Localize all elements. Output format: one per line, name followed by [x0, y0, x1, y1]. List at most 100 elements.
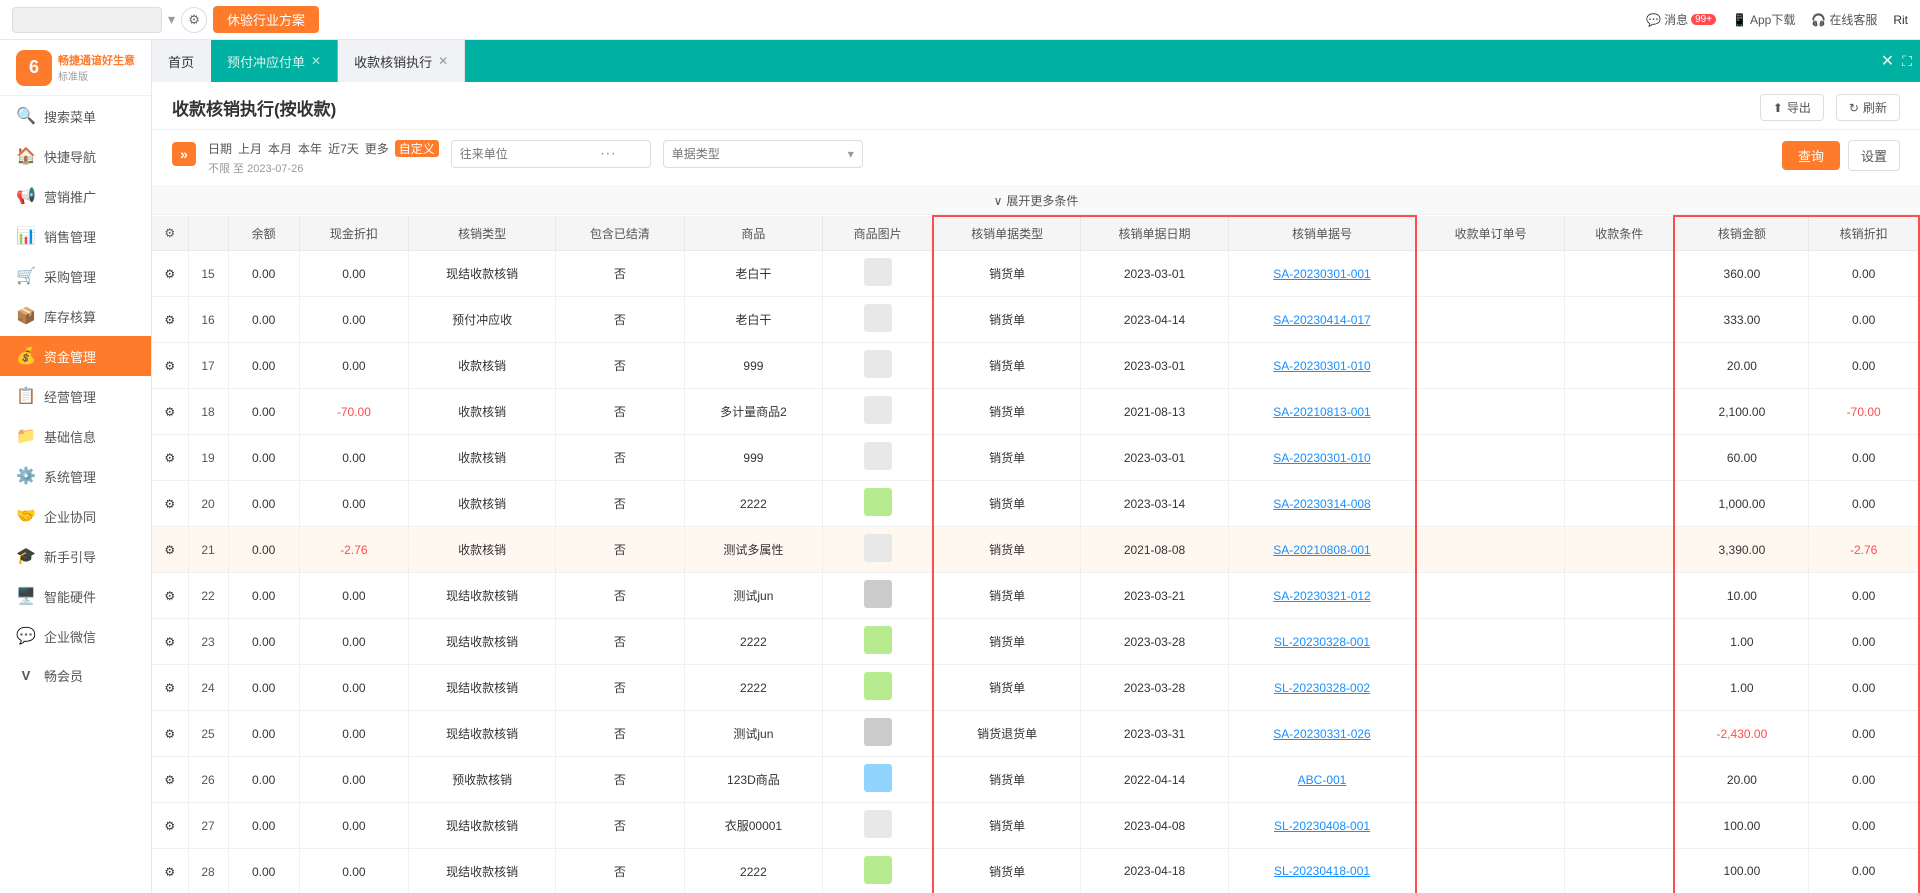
- sidebar-item-corp[interactable]: 🤝 企业协同: [0, 496, 151, 536]
- app-icon: 📱: [1732, 13, 1747, 27]
- cell-settings[interactable]: ⚙: [152, 481, 188, 527]
- cell-verify-no[interactable]: ABC-001: [1228, 757, 1416, 803]
- cell-verify-no[interactable]: SL-20230408-001: [1228, 803, 1416, 849]
- maximize-btn[interactable]: ⛶: [1902, 53, 1912, 70]
- table-header-row: ⚙ 余额 现金折扣 核销类型 包含已结清 商品 商品图片 核销单据类型 核销单据…: [152, 216, 1919, 251]
- tab-prepaid-label: 预付冲应付单: [227, 52, 305, 71]
- cell-settings[interactable]: ⚙: [152, 251, 188, 297]
- sidebar-item-basic[interactable]: 📁 基础信息: [0, 416, 151, 456]
- cell-settings[interactable]: ⚙: [152, 803, 188, 849]
- col-settings[interactable]: ⚙: [152, 216, 188, 251]
- message-btn[interactable]: 💬 消息 99+: [1646, 11, 1716, 28]
- expand-more-btn[interactable]: ∨ 展开更多条件: [994, 192, 1079, 209]
- sidebar-item-search[interactable]: 🔍 搜索菜单: [0, 96, 151, 136]
- cell-product-img: [823, 619, 933, 665]
- voucher-type-input[interactable]: [672, 147, 848, 161]
- col-verify-amount: 核销金额: [1674, 216, 1808, 251]
- cell-verify-no[interactable]: SA-20230301-010: [1228, 435, 1416, 481]
- purchase-icon: 🛒: [16, 266, 36, 286]
- date-custom[interactable]: 自定义: [395, 140, 439, 157]
- partner-filter[interactable]: ···: [451, 140, 651, 168]
- cell-verify-no[interactable]: SA-20230314-008: [1228, 481, 1416, 527]
- sidebar-item-hardware[interactable]: 🖥️ 智能硬件: [0, 576, 151, 616]
- sidebar-item-wechat[interactable]: 💬 企业微信: [0, 616, 151, 656]
- sidebar-item-inventory[interactable]: 📦 库存核算: [0, 296, 151, 336]
- cell-settings[interactable]: ⚙: [152, 297, 188, 343]
- tab-collection-close[interactable]: ✕: [438, 54, 448, 68]
- cell-verify-no[interactable]: SA-20230321-012: [1228, 573, 1416, 619]
- refresh-btn[interactable]: ↻ 刷新: [1836, 94, 1900, 121]
- date-this-year[interactable]: 本年: [298, 140, 322, 157]
- cell-settings[interactable]: ⚙: [152, 389, 188, 435]
- cell-balance: 0.00: [228, 435, 299, 481]
- voucher-type-dropdown[interactable]: ▾: [848, 147, 854, 161]
- date-last-month[interactable]: 上月: [238, 140, 262, 157]
- search-btn[interactable]: 查询: [1782, 141, 1840, 170]
- cell-verify-no[interactable]: SA-20210808-001: [1228, 527, 1416, 573]
- cell-product-img: [823, 251, 933, 297]
- cell-verify-no[interactable]: SA-20230414-017: [1228, 297, 1416, 343]
- sidebar-item-guide[interactable]: 🎓 新手引导: [0, 536, 151, 576]
- cell-verify-no[interactable]: SA-20230301-010: [1228, 343, 1416, 389]
- cell-settings[interactable]: ⚙: [152, 573, 188, 619]
- tab-prepaid-close[interactable]: ✕: [311, 54, 321, 68]
- cell-verify-date: 2023-03-28: [1081, 619, 1228, 665]
- cell-verify-type: 收款核销: [409, 435, 556, 481]
- cell-verify-date: 2023-04-08: [1081, 803, 1228, 849]
- cell-verify-no[interactable]: SA-20210813-001: [1228, 389, 1416, 435]
- date-7days[interactable]: 近7天: [328, 140, 359, 157]
- top-bar-search-area[interactable]: [12, 7, 162, 33]
- table-row: ⚙ 16 0.00 0.00 预付冲应收 否 老白干 销货单 2023-04-1…: [152, 297, 1919, 343]
- cell-verify-no[interactable]: SL-20230328-002: [1228, 665, 1416, 711]
- tab-collection[interactable]: 收款核销执行 ✕: [338, 40, 465, 82]
- settings-icon[interactable]: ⚙: [181, 7, 207, 33]
- sidebar-item-purchase[interactable]: 🛒 采购管理: [0, 256, 151, 296]
- sidebar-item-quick[interactable]: 🏠 快捷导航: [0, 136, 151, 176]
- tab-home[interactable]: 首页: [152, 40, 211, 82]
- cell-settings[interactable]: ⚙: [152, 711, 188, 757]
- filter-expand-btn[interactable]: »: [172, 142, 196, 166]
- date-this-month[interactable]: 本月: [268, 140, 292, 157]
- logo-text: 畅捷通谙好生意 标准版: [58, 52, 135, 83]
- app-download-btn[interactable]: 📱 App下载: [1732, 11, 1795, 28]
- cell-settings[interactable]: ⚙: [152, 757, 188, 803]
- cell-settings[interactable]: ⚙: [152, 527, 188, 573]
- cell-verify-no[interactable]: SA-20230301-001: [1228, 251, 1416, 297]
- cell-settings[interactable]: ⚙: [152, 435, 188, 481]
- close-window-btn[interactable]: ✕: [1881, 51, 1894, 71]
- tab-prepaid[interactable]: 预付冲应付单 ✕: [211, 40, 338, 82]
- cell-verify-doc-type: 销货单: [933, 251, 1081, 297]
- cell-cash-discount: 0.00: [299, 803, 408, 849]
- partner-input[interactable]: [460, 147, 600, 161]
- cell-settings[interactable]: ⚙: [152, 619, 188, 665]
- dropdown-icon[interactable]: ▾: [168, 11, 175, 28]
- sidebar-item-finance[interactable]: 💰 资金管理: [0, 336, 151, 376]
- sidebar-item-operations[interactable]: 📋 经营管理: [0, 376, 151, 416]
- cell-verify-no[interactable]: SL-20230418-001: [1228, 849, 1416, 893]
- cell-settings[interactable]: ⚙: [152, 343, 188, 389]
- cell-cash-discount: -70.00: [299, 389, 408, 435]
- cell-payment-terms: [1564, 297, 1674, 343]
- cell-product: 老白干: [684, 251, 823, 297]
- cell-verify-no[interactable]: SA-20230331-026: [1228, 711, 1416, 757]
- cell-verify-type: 预收款核销: [409, 757, 556, 803]
- industry-btn[interactable]: 休验行业方案: [213, 6, 319, 33]
- voucher-type-filter[interactable]: ▾: [663, 140, 863, 168]
- cell-collection-order: [1416, 757, 1564, 803]
- cell-verify-no[interactable]: SL-20230328-001: [1228, 619, 1416, 665]
- date-more[interactable]: 更多: [365, 140, 389, 157]
- sidebar-item-system[interactable]: ⚙️ 系统管理: [0, 456, 151, 496]
- sidebar-item-marketing[interactable]: 📢 营销推广: [0, 176, 151, 216]
- cell-settings[interactable]: ⚙: [152, 665, 188, 711]
- export-btn[interactable]: ⬆ 导出: [1760, 94, 1824, 121]
- online-service-btn[interactable]: 🎧 在线客服: [1811, 11, 1877, 28]
- sidebar-item-member[interactable]: V 畅会员: [0, 656, 151, 695]
- setting-btn[interactable]: 设置: [1848, 140, 1900, 171]
- cell-collection-order: [1416, 803, 1564, 849]
- cell-collection-order: [1416, 849, 1564, 893]
- cell-settings[interactable]: ⚙: [152, 849, 188, 893]
- search-icon: 🔍: [16, 106, 36, 126]
- table-row: ⚙ 24 0.00 0.00 现结收款核销 否 2222 销货单 2023-03…: [152, 665, 1919, 711]
- sidebar-item-sales[interactable]: 📊 销售管理: [0, 216, 151, 256]
- cell-product-img: [823, 435, 933, 481]
